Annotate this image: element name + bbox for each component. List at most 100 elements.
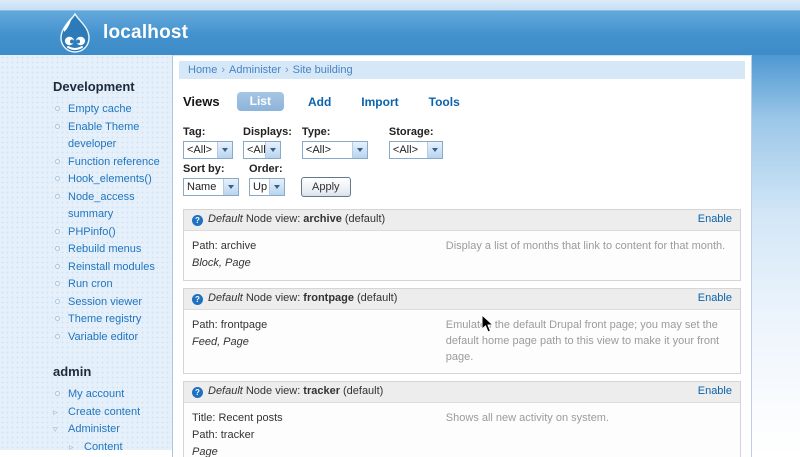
view-description: Emulates the default Drupal front page; … bbox=[445, 319, 720, 363]
view-suffix: (default) bbox=[342, 385, 384, 397]
breadcrumb-site-building[interactable]: Site building bbox=[293, 64, 353, 76]
view-type: Node view: bbox=[245, 213, 301, 225]
chevron-right-icon: ▹ bbox=[53, 406, 58, 417]
view-name: archive bbox=[303, 213, 342, 225]
bullet-icon bbox=[55, 228, 60, 234]
sidebar-item-session-viewer[interactable]: Session viewer bbox=[54, 294, 166, 312]
chevron-down-icon bbox=[217, 142, 232, 158]
bullet-icon bbox=[55, 246, 60, 251]
view-displays: Page bbox=[192, 446, 218, 457]
bullet-icon bbox=[55, 193, 60, 199]
view-name: tracker bbox=[303, 385, 340, 397]
sidebar-item-hook-elements[interactable]: Hook_elements() bbox=[54, 171, 166, 189]
help-icon[interactable]: ? bbox=[192, 387, 203, 398]
bullet-icon bbox=[55, 333, 60, 339]
chevron-down-icon bbox=[269, 179, 284, 195]
view-row-archive: ? Default Node view: archive (default) Enabl… bbox=[183, 209, 741, 281]
sidebar-item-variable-editor[interactable]: Variable editor bbox=[54, 329, 166, 347]
storage-filter-select[interactable]: <All> bbox=[388, 141, 443, 159]
help-icon[interactable]: ? bbox=[192, 215, 203, 226]
view-row-tracker: ? Default Node view: tracker (default) Enabl… bbox=[183, 381, 741, 457]
bullet-icon bbox=[55, 106, 60, 111]
sidebar-item-create-content[interactable]: ▹ Create content bbox=[53, 404, 166, 422]
enable-link[interactable]: Enable bbox=[698, 213, 732, 225]
sidebar-item-function-reference[interactable]: Function reference bbox=[54, 154, 166, 172]
tag-filter-select[interactable]: <All> bbox=[183, 141, 233, 159]
view-suffix: (default) bbox=[344, 213, 386, 225]
enable-link[interactable]: Enable bbox=[698, 385, 732, 397]
breadcrumb-home[interactable]: Home bbox=[188, 64, 217, 76]
sort-by-select[interactable]: Name bbox=[183, 178, 239, 196]
bullet-icon bbox=[55, 281, 60, 286]
type-filter-select[interactable]: <All> bbox=[301, 141, 368, 159]
bullet-icon bbox=[55, 316, 60, 321]
bullet-icon bbox=[55, 391, 60, 396]
sidebar-menu-development: Empty cache Enable Theme developer Funct… bbox=[54, 101, 164, 346]
tab-tools[interactable]: Tools bbox=[429, 95, 460, 109]
sidebar-item-rebuild-menus[interactable]: Rebuild menus bbox=[54, 241, 166, 259]
tab-import[interactable]: Import bbox=[361, 95, 398, 109]
view-suffix: (default) bbox=[357, 292, 398, 304]
order-label: Order: bbox=[249, 163, 283, 175]
bullet-icon bbox=[55, 158, 60, 164]
view-badge: Default bbox=[208, 213, 243, 225]
chevron-down-icon: ▿ bbox=[53, 424, 58, 434]
displays-filter-label: Displays: bbox=[243, 126, 292, 138]
view-path: Path: frontpage bbox=[192, 319, 268, 331]
type-filter-label: Type: bbox=[301, 126, 331, 138]
sidebar-item-theme-registry[interactable]: Theme registry bbox=[54, 311, 166, 329]
sidebar-item-administer[interactable]: ▿ Administer bbox=[53, 421, 166, 439]
view-type: Node view: bbox=[245, 292, 301, 304]
view-title: Title: Recent posts bbox=[192, 412, 283, 424]
sidebar-item-run-cron[interactable]: Run cron bbox=[54, 276, 166, 294]
chevron-right-icon: ▹ bbox=[69, 441, 74, 452]
view-description: Display a list of months that link to co… bbox=[445, 240, 726, 252]
sidebar-item-reinstall-modules[interactable]: Reinstall modules bbox=[54, 259, 166, 277]
bullet-icon bbox=[55, 263, 60, 269]
view-displays: Feed, Page bbox=[192, 336, 249, 348]
sidebar-menu-admin: My account ▹ Create content ▿ Administer ▹… bbox=[53, 386, 166, 457]
site-name-link[interactable]: localhost bbox=[103, 22, 188, 44]
view-badge: Default bbox=[208, 292, 243, 304]
view-badge: Default bbox=[208, 385, 243, 397]
view-path: Path: tracker bbox=[192, 429, 255, 441]
sidebar: Development Empty cache Enable Theme dev… bbox=[0, 55, 172, 453]
breadcrumb-separator: › bbox=[221, 64, 226, 76]
view-description: Shows all new activity on system. bbox=[445, 412, 610, 424]
view-path: Path: archive bbox=[192, 240, 257, 252]
main-panel: Home › Administer › Site building Views List… bbox=[172, 55, 752, 457]
sidebar-item-enable-theme-developer[interactable]: Enable Theme developer bbox=[54, 119, 166, 154]
breadcrumb: Home › Administer › Site building bbox=[179, 61, 745, 79]
bullet-icon bbox=[55, 298, 60, 304]
view-displays: Block, Page bbox=[192, 257, 251, 269]
tab-add[interactable]: Add bbox=[308, 95, 331, 109]
top-strip bbox=[0, 0, 800, 10]
header: localhost bbox=[0, 10, 800, 55]
view-type: Node view: bbox=[245, 385, 301, 397]
chevron-down-icon bbox=[265, 142, 280, 158]
sidebar-item-my-account[interactable]: My account bbox=[54, 386, 166, 404]
sidebar-item-phpinfo[interactable]: PHPinfo() bbox=[54, 224, 166, 242]
sidebar-item-content-management[interactable]: ▹Content management bbox=[69, 439, 166, 457]
breadcrumb-administer[interactable]: Administer bbox=[229, 64, 281, 76]
order-select[interactable]: Up bbox=[249, 178, 285, 196]
bullet-icon bbox=[55, 176, 60, 181]
view-name: frontpage bbox=[303, 292, 355, 304]
sidebar-item-node-access-summary[interactable]: Node_access summary bbox=[54, 189, 166, 224]
apply-button[interactable]: Apply bbox=[301, 177, 351, 197]
help-icon[interactable]: ? bbox=[192, 294, 203, 305]
bullet-icon bbox=[55, 123, 60, 129]
view-row-header: ? Default Node view: frontpage (default) Ena… bbox=[184, 289, 740, 310]
drupal-droplet-logo bbox=[60, 12, 90, 53]
displays-filter-select[interactable]: <All> bbox=[243, 141, 281, 159]
sidebar-item-empty-cache[interactable]: Empty cache bbox=[54, 101, 166, 119]
tab-list[interactable]: List bbox=[236, 92, 284, 111]
storage-filter-label: Storage: bbox=[388, 126, 434, 138]
breadcrumb-separator: › bbox=[284, 64, 289, 76]
view-row-header: ? Default Node view: tracker (default) Enabl… bbox=[184, 382, 740, 403]
view-filters: Tag: <All> Displays: <All> Type: bbox=[183, 126, 741, 197]
sidebar-section-development: Development bbox=[53, 79, 135, 94]
page-title: Views bbox=[183, 94, 220, 109]
enable-link[interactable]: Enable bbox=[698, 292, 732, 304]
chevron-down-icon bbox=[426, 142, 442, 158]
